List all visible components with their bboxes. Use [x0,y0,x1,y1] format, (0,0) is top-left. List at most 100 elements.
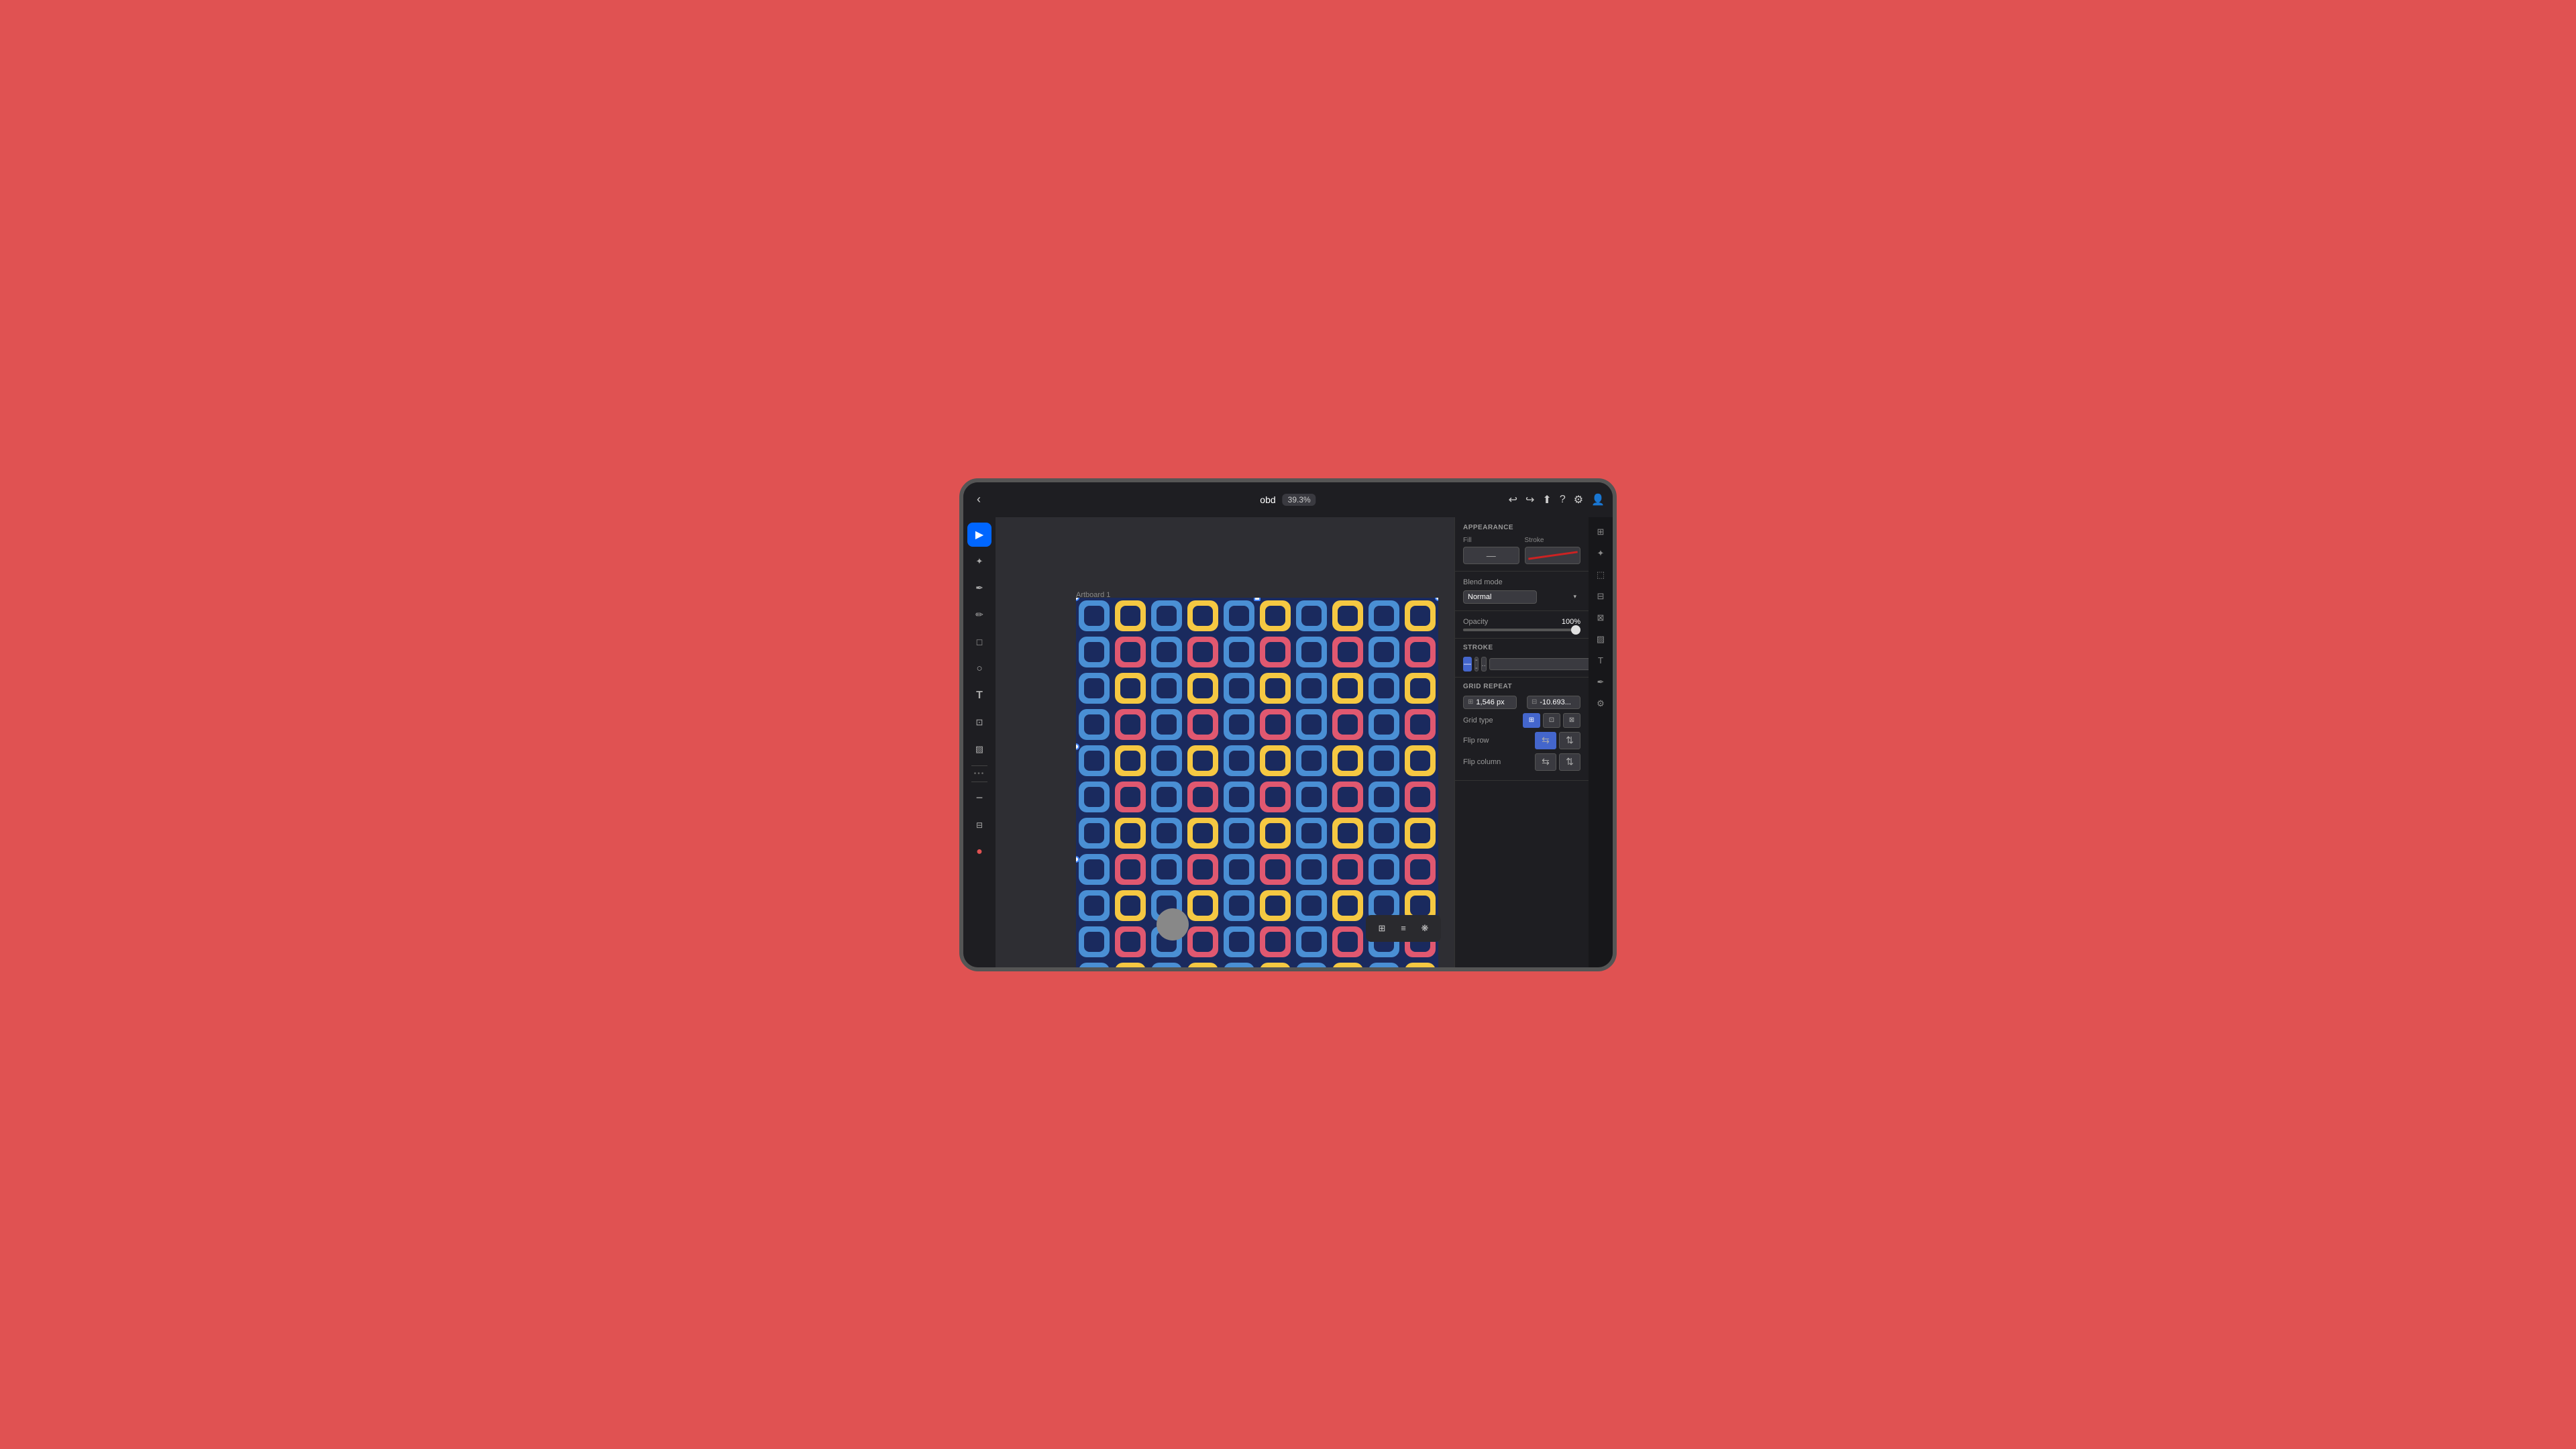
fill-dash: — [1487,550,1496,561]
pen-tool[interactable]: ✒ [967,576,991,600]
image-panel-icon[interactable]: ▨ [1591,630,1610,649]
transform-panel-icon[interactable]: ⊠ [1591,608,1610,627]
top-bar-left: ‹ [971,490,986,509]
fill-stroke-row: Fill — Stroke [1463,537,1580,564]
select-tool[interactable]: ▶ [967,523,991,547]
grid-height-icon: ⊟ [1532,698,1537,706]
align-tool[interactable]: ⊟ [967,813,991,837]
top-bar: ‹ obd 39.3% ↩ ↪ ⬆ ? ⚙ 👤 [963,482,1613,517]
stroke-dashed-btn[interactable]: - - [1474,657,1479,672]
flip-col-horizontal-btn[interactable]: ⇆ [1535,753,1556,771]
flip-col-btns: ⇆ ⇅ [1535,753,1580,771]
minus-tool[interactable]: − [967,786,991,810]
opacity-label: Opacity [1463,618,1488,626]
eraser-tool[interactable]: ◻ [967,630,991,654]
main-layout: ▶ ✦ ✒ ✏ ◻ ○ T ⊡ ▨ ••• − ⊟ ● Artboard 1 [963,517,1613,967]
grid-type-hex-btn[interactable]: ⊠ [1563,713,1580,728]
export-panel-icon[interactable]: ⬚ [1591,566,1610,584]
zoom-badge[interactable]: 39.3% [1283,494,1316,506]
toolbar-separator [971,765,987,766]
blend-label: Blend mode [1463,578,1503,586]
opacity-value: 100% [1562,618,1580,626]
opacity-row: Opacity 100% [1463,618,1580,626]
layers-panel-icon[interactable]: ⊞ [1591,523,1610,541]
stroke-solid-btn[interactable]: — [1463,657,1472,672]
stroke-size-input[interactable] [1489,658,1589,670]
canvas-area[interactable]: Artboard 1 [996,517,1454,967]
grid-dimensions-row: ⊞ 1,546 px ⊟ -10.693... [1463,696,1580,709]
floating-button[interactable] [1157,908,1189,941]
fill-col: Fill — [1463,537,1519,564]
blend-mode-select[interactable]: Normal Multiply Screen Overlay [1463,590,1537,604]
opacity-slider[interactable] [1463,629,1580,631]
appearance-section: APPEARANCE Fill — Stroke [1455,517,1589,572]
grid-height-value: -10.693... [1540,698,1576,706]
device-frame: ‹ obd 39.3% ↩ ↪ ⬆ ? ⚙ 👤 ▶ ✦ ✒ ✏ ◻ ○ T ⊡ … [959,478,1617,971]
grid-width-icon: ⊞ [1468,698,1473,706]
stroke-line [1528,551,1577,559]
obj-props-panel-icon[interactable]: ⊟ [1591,587,1610,606]
settings-button[interactable]: ⚙ [1574,493,1583,506]
grid-width-input[interactable]: ⊞ 1,546 px [1463,696,1517,709]
redo-button[interactable]: ↪ [1525,493,1534,506]
grid-repeat-title: GRID REPEAT [1463,683,1580,690]
stroke-section-title: STROKE [1463,644,1580,651]
help-button[interactable]: ? [1560,494,1566,506]
right-side: APPEARANCE Fill — Stroke [1454,517,1613,967]
flip-row-horizontal-btn[interactable]: ⇆ [1535,732,1556,749]
doc-title: obd [1260,494,1275,505]
mini-list-btn[interactable]: ≡ [1394,919,1413,938]
flip-col-vertical-btn[interactable]: ⇅ [1559,753,1580,771]
grid-width-value: 1,546 px [1476,698,1512,706]
blend-row: Blend mode [1463,578,1580,586]
image-tool[interactable]: ▨ [967,737,991,761]
top-bar-center: obd 39.3% [1260,494,1316,506]
effects-panel-icon[interactable]: ✦ [1591,544,1610,563]
flip-row-vertical-btn[interactable]: ⇅ [1559,732,1580,749]
shape-tool[interactable]: ○ [967,657,991,681]
right-panel: APPEARANCE Fill — Stroke [1454,517,1589,967]
top-bar-right: ↩ ↪ ⬆ ? ⚙ 👤 [1509,493,1605,506]
panel-settings-icon[interactable]: ⚙ [1591,694,1610,713]
blend-wrapper[interactable]: Normal Multiply Screen Overlay ▾ [1463,590,1580,604]
flip-row-section: Flip row ⇆ ⇅ [1463,732,1580,749]
fill-label: Fill [1463,537,1519,544]
undo-button[interactable]: ↩ [1509,493,1517,506]
back-button[interactable]: ‹ [971,490,986,509]
artboard[interactable] [1076,598,1438,967]
stroke-label: Stroke [1525,537,1581,544]
direct-select-tool[interactable]: ✦ [967,549,991,574]
panel-icon-strip: ⊞ ✦ ⬚ ⊟ ⊠ ▨ T ✒ ⚙ [1589,517,1613,967]
grid-height-input[interactable]: ⊟ -10.693... [1527,696,1580,709]
brush-color-tool[interactable]: ● [967,840,991,864]
crop-tool[interactable]: ⊡ [967,710,991,735]
stroke-panel-section: STROKE — - - .. [1455,639,1589,678]
flip-row-btns: ⇆ ⇅ [1535,732,1580,749]
fill-swatch[interactable]: — [1463,547,1519,564]
grid-type-brick-btn[interactable]: ⊡ [1543,713,1560,728]
profile-button[interactable]: 👤 [1591,493,1605,506]
stroke-controls: — - - .. [1463,657,1580,672]
grid-type-btns: ⊞ ⊡ ⊠ [1523,713,1580,728]
mini-star-btn[interactable]: ❋ [1415,919,1434,938]
grid-repeat-section: GRID REPEAT ⊞ 1,546 px ⊟ -10.693... Grid… [1455,678,1589,781]
opacity-fill [1463,629,1580,631]
type-panel-icon[interactable]: T [1591,651,1610,670]
flip-col-label: Flip column [1463,758,1501,766]
stroke-dotted-btn[interactable]: .. [1481,657,1487,672]
path-panel-icon[interactable]: ✒ [1591,673,1610,692]
grid-type-label: Grid type [1463,716,1493,724]
opacity-thumb[interactable] [1571,625,1580,635]
stroke-swatch[interactable] [1525,547,1581,564]
grid-type-grid-btn[interactable]: ⊞ [1523,713,1540,728]
mini-grid-btn[interactable]: ⊞ [1373,919,1391,938]
pencil-tool[interactable]: ✏ [967,603,991,627]
flip-row-label: Flip row [1463,737,1489,745]
handle-top-center[interactable] [1254,598,1260,601]
share-button[interactable]: ⬆ [1542,493,1551,506]
chevron-down-icon: ▾ [1573,593,1576,600]
left-toolbar: ▶ ✦ ✒ ✏ ◻ ○ T ⊡ ▨ ••• − ⊟ ● [963,517,996,967]
grid-type-row: Grid type ⊞ ⊡ ⊠ [1463,713,1580,728]
text-tool[interactable]: T [967,684,991,708]
opacity-section: Opacity 100% [1455,611,1589,639]
